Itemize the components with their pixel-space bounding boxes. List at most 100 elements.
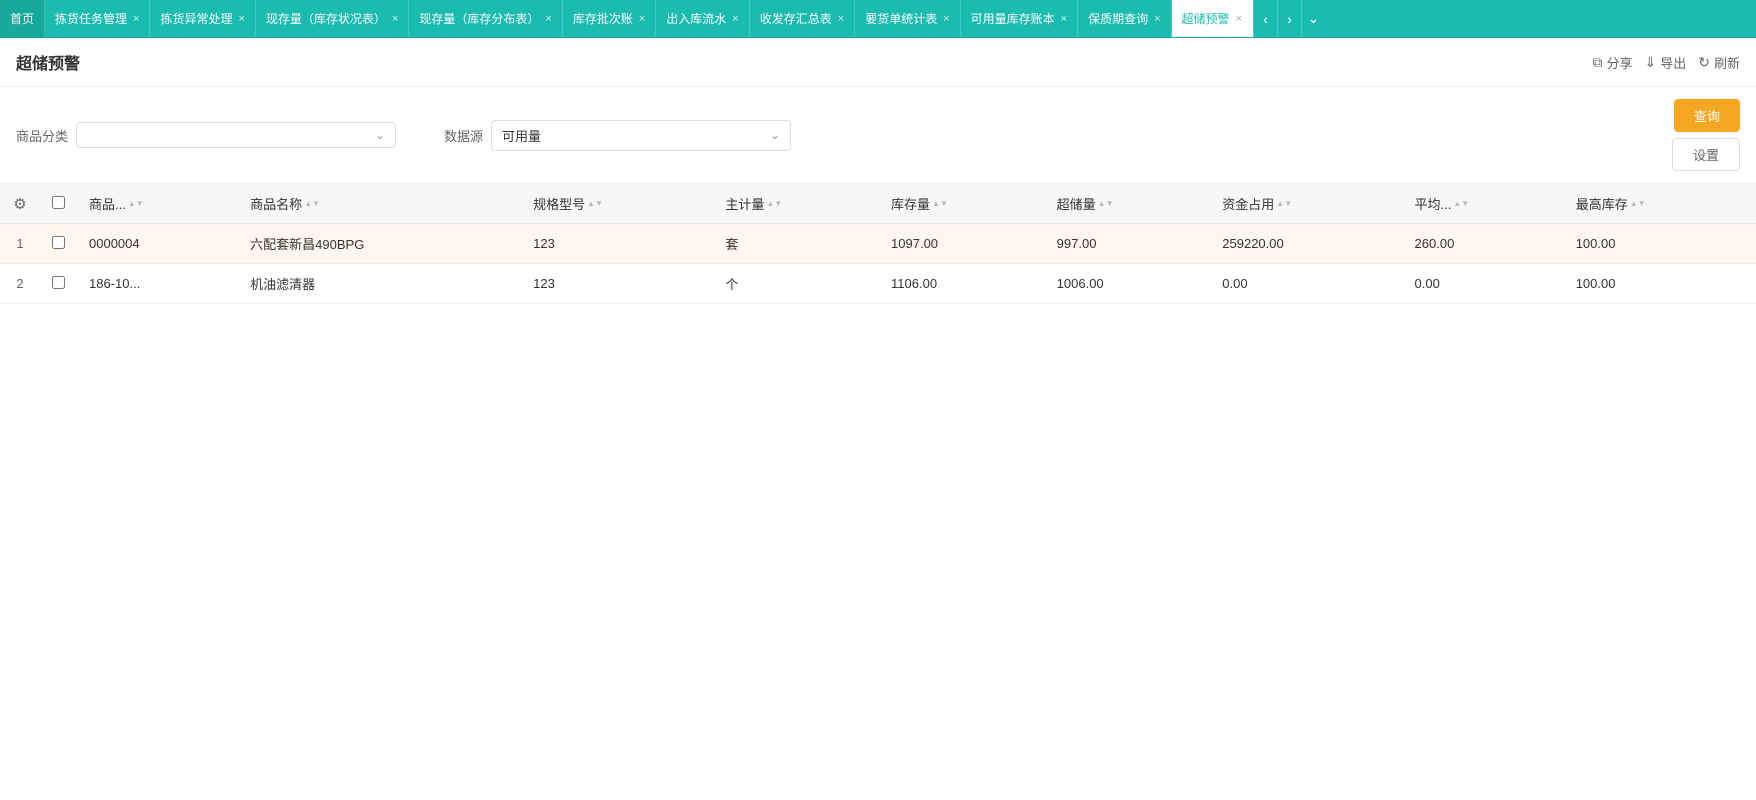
nav-order-stats[interactable]: 要货单统计表 × [855,0,960,38]
row-checkbox-cell[interactable] [40,264,77,304]
close-icon[interactable]: × [943,13,949,25]
datasource-filter: 数据源 可用量 ⌄ [444,120,791,151]
nav-receive-summary[interactable]: 收发存汇总表 × [750,0,855,38]
gear-column-header[interactable]: ⚙ [0,184,40,224]
max-stock-header[interactable]: 最高库存 ▲▼ [1564,184,1756,224]
nav-overstock-warning[interactable]: 超储预警 × [1172,0,1253,38]
export-icon: ⇓ [1645,54,1657,71]
sort-icon: ▲▼ [587,200,603,208]
sort-icon: ▲▼ [1453,200,1469,208]
share-icon: ⧉ [1592,54,1602,71]
overstock-cell: 1006.00 [1045,264,1211,304]
nav-prev-button[interactable]: ‹ [1253,0,1277,38]
row-checkbox[interactable] [52,276,65,289]
table-row: 2 186-10... 机油滤清器 123 个 1106.00 1006.00 … [0,264,1756,304]
table-container: ⚙ 商品... ▲▼ 商品名称 ▲▼ [0,184,1756,304]
chevron-down-icon: ⌄ [375,128,385,142]
close-icon[interactable]: × [545,13,551,25]
table-body: 1 0000004 六配套新昌490BPG 123 套 1097.00 997.… [0,224,1756,304]
close-icon[interactable]: × [133,13,139,25]
refresh-icon: ↻ [1698,54,1710,71]
datasource-select[interactable]: 可用量 ⌄ [491,120,791,151]
nav-inout-flow[interactable]: 出入库流水 × [656,0,749,38]
filter-area: 商品分类 ⌄ 数据源 可用量 ⌄ 查询 设置 [0,87,1756,184]
product-code-header[interactable]: 商品... ▲▼ [77,184,238,224]
chevron-down-icon: ⌄ [770,128,780,142]
page-title: 超储预警 [16,50,80,74]
stock-header[interactable]: 库存量 ▲▼ [879,184,1045,224]
row-number: 2 [0,264,40,304]
product-code-cell: 0000004 [77,224,238,264]
unit-header[interactable]: 主计量 ▲▼ [713,184,879,224]
data-table: ⚙ 商品... ▲▼ 商品名称 ▲▼ [0,184,1756,304]
capital-cell: 259220.00 [1210,224,1402,264]
query-button[interactable]: 查询 [1674,99,1740,132]
close-icon[interactable]: × [1061,13,1067,25]
overstock-cell: 997.00 [1045,224,1211,264]
avg-header[interactable]: 平均... ▲▼ [1403,184,1564,224]
close-icon[interactable]: × [838,13,844,25]
spec-cell: 123 [521,264,713,304]
unit-cell: 套 [713,224,879,264]
category-filter: 商品分类 ⌄ [16,122,396,148]
top-navigation: 首页 拣货任务管理 × 拣货异常处理 × 现存量（库存状况表） × 现存量（库存… [0,0,1756,38]
overstock-header[interactable]: 超储量 ▲▼ [1045,184,1211,224]
page-header: 超储预警 ⧉ 分享 ⇓ 导出 ↻ 刷新 [0,38,1756,87]
share-button[interactable]: ⧉ 分享 [1592,53,1632,72]
close-icon[interactable]: × [1236,13,1242,25]
nav-dropdown-button[interactable]: ⌄ [1301,0,1325,38]
table-header-row: ⚙ 商品... ▲▼ 商品名称 ▲▼ [0,184,1756,224]
nav-home[interactable]: 首页 [0,0,45,38]
capital-header[interactable]: 资金占用 ▲▼ [1210,184,1402,224]
close-icon[interactable]: × [238,13,244,25]
sort-icon: ▲▼ [1630,200,1646,208]
spec-header[interactable]: 规格型号 ▲▼ [521,184,713,224]
settings-button[interactable]: 设置 [1672,138,1740,171]
sort-icon: ▲▼ [766,200,782,208]
datasource-value: 可用量 [502,126,541,145]
settings-gear-icon[interactable]: ⚙ [13,196,26,213]
product-name-cell: 机油滤清器 [238,264,521,304]
close-icon[interactable]: × [732,13,738,25]
product-code-cell: 186-10... [77,264,238,304]
nav-stock-dist[interactable]: 现存量（库存分布表） × [409,0,562,38]
sort-icon: ▲▼ [1098,200,1114,208]
refresh-button[interactable]: ↻ 刷新 [1698,53,1740,72]
row-number: 1 [0,224,40,264]
nav-pick-task[interactable]: 拣货任务管理 × [45,0,150,38]
page-content: 超储预警 ⧉ 分享 ⇓ 导出 ↻ 刷新 商品分类 ⌄ 数据源 [0,38,1756,800]
select-all-checkbox[interactable] [52,196,65,209]
unit-cell: 个 [713,264,879,304]
row-checkbox-cell[interactable] [40,224,77,264]
datasource-label: 数据源 [444,126,483,145]
checkbox-column-header[interactable] [40,184,77,224]
close-icon[interactable]: × [639,13,645,25]
category-select[interactable]: ⌄ [76,122,396,148]
sort-icon: ▲▼ [304,200,320,208]
sort-icon: ▲▼ [932,200,948,208]
nav-pick-exception[interactable]: 拣货异常处理 × [150,0,255,38]
nav-batch-account[interactable]: 库存批次账 × [563,0,656,38]
nav-quality-query[interactable]: 保质期查询 × [1078,0,1171,38]
row-checkbox[interactable] [52,236,65,249]
avg-cell: 260.00 [1403,224,1564,264]
product-name-cell: 六配套新昌490BPG [238,224,521,264]
product-name-header[interactable]: 商品名称 ▲▼ [238,184,521,224]
nav-stock-status[interactable]: 现存量（库存状况表） × [256,0,409,38]
sort-icon: ▲▼ [128,200,144,208]
header-actions: ⧉ 分享 ⇓ 导出 ↻ 刷新 [1592,53,1740,72]
stock-cell: 1097.00 [879,224,1045,264]
avg-cell: 0.00 [1403,264,1564,304]
nav-next-button[interactable]: › [1277,0,1301,38]
capital-cell: 0.00 [1210,264,1402,304]
category-label: 商品分类 [16,126,68,145]
stock-cell: 1106.00 [879,264,1045,304]
table-row: 1 0000004 六配套新昌490BPG 123 套 1097.00 997.… [0,224,1756,264]
nav-available-stock[interactable]: 可用量库存账本 × [961,0,1078,38]
close-icon[interactable]: × [392,13,398,25]
max-stock-cell: 100.00 [1564,264,1756,304]
export-button[interactable]: ⇓ 导出 [1645,53,1687,72]
close-icon[interactable]: × [1154,13,1160,25]
sort-icon: ▲▼ [1276,200,1292,208]
max-stock-cell: 100.00 [1564,224,1756,264]
